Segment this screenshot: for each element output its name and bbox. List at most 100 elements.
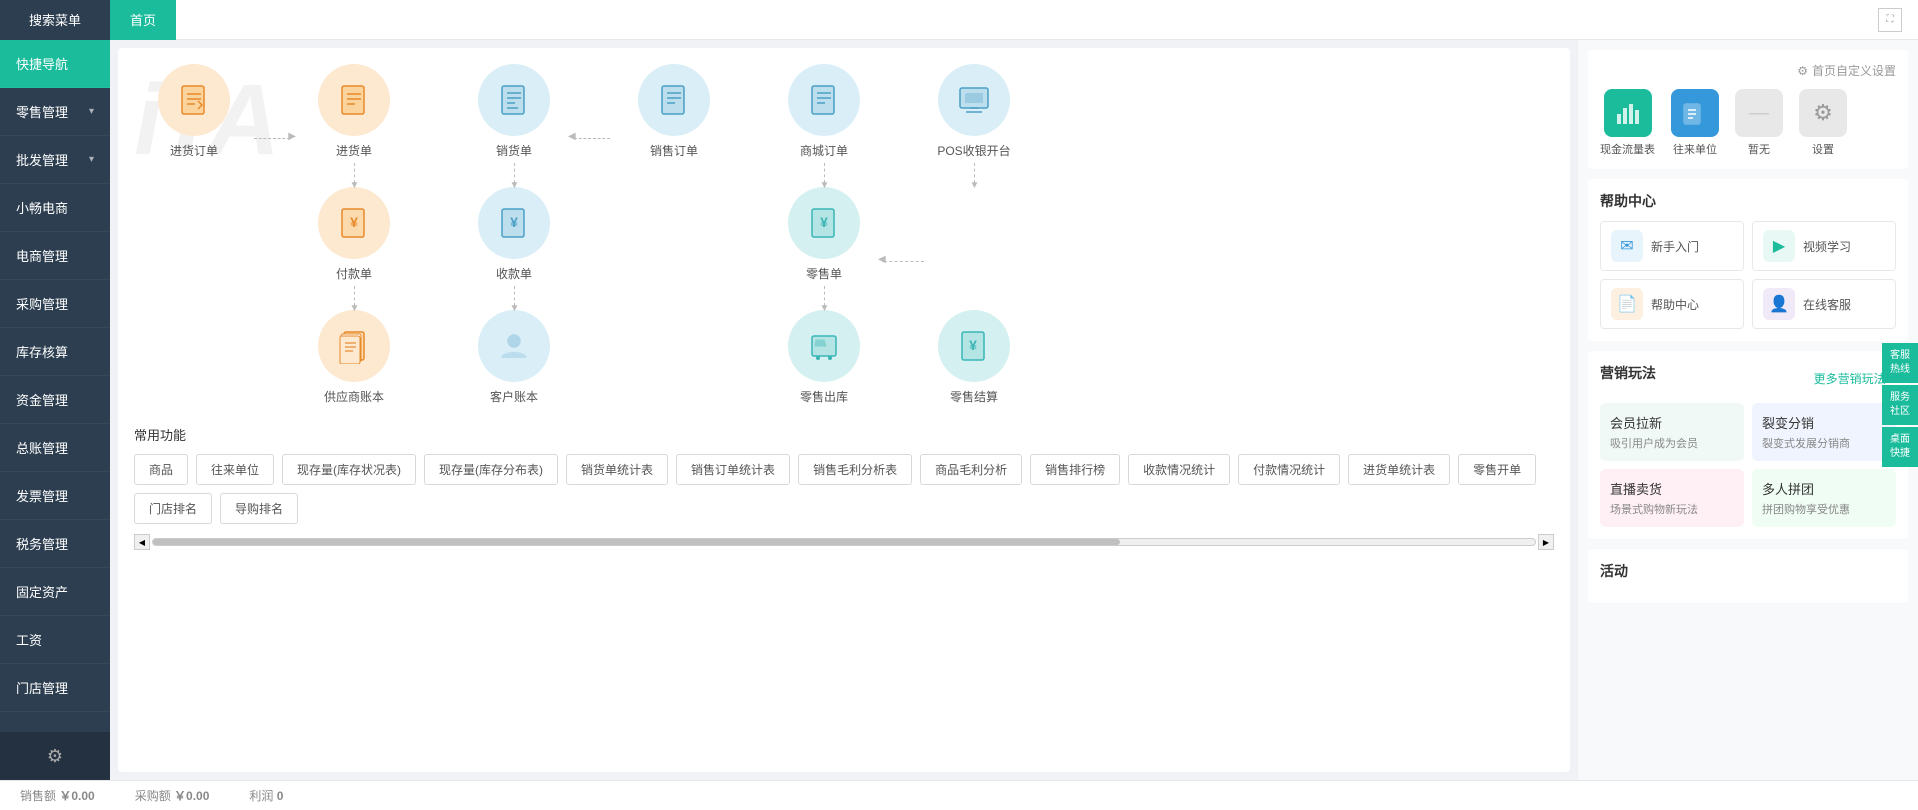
tab-home[interactable]: 首页 bbox=[110, 0, 176, 40]
sidebar-item-label: 资金管理 bbox=[16, 390, 68, 409]
activity-section: 活动 bbox=[1588, 549, 1908, 603]
func-btn-sales-profit[interactable]: 销售毛利分析表 bbox=[798, 454, 912, 485]
settings-icon-box: ⚙ bbox=[1799, 89, 1847, 137]
help-item-video[interactable]: ▶ 视频学习 bbox=[1752, 221, 1896, 271]
sidebar-item-label: 固定资产 bbox=[16, 582, 68, 601]
sidebar-item-label: 税务管理 bbox=[16, 534, 68, 553]
svg-text:¥: ¥ bbox=[350, 214, 358, 230]
sidebar-item-label: 发票管理 bbox=[16, 486, 68, 505]
help-doc-icon: 📄 bbox=[1611, 288, 1643, 320]
quick-icon-cashflow[interactable]: 现金流量表 bbox=[1600, 89, 1655, 157]
flow-node-sales-order[interactable]: 销售订单 bbox=[614, 64, 734, 159]
search-menu-label: 搜索菜单 bbox=[29, 10, 81, 29]
flow-node-mall-order[interactable]: 商城订单 bbox=[764, 64, 884, 159]
help-center-title: 帮助中心 bbox=[1600, 191, 1896, 211]
flow-node-supplier-account[interactable]: 供应商账本 bbox=[294, 310, 414, 405]
func-btn-sales-rank[interactable]: 销售排行榜 bbox=[1030, 454, 1120, 485]
sidebar-item-ecommerce-small[interactable]: 小畅电商 bbox=[0, 184, 110, 232]
float-community[interactable]: 服务社区 bbox=[1882, 385, 1918, 425]
func-btn-store-rank[interactable]: 门店排名 bbox=[134, 493, 212, 524]
flow-node-payment-out[interactable]: ¥ 付款单 bbox=[294, 187, 414, 282]
svg-text:¥: ¥ bbox=[969, 337, 977, 353]
flow-node-payment-in[interactable]: ¥ 收款单 bbox=[454, 187, 574, 282]
flow-node-purchase-receipt[interactable]: 进货单 bbox=[294, 64, 414, 159]
flow-node-retail-out[interactable]: 零售出库 bbox=[764, 310, 884, 405]
float-buttons: 客服热线 服务社区 桌面快捷 bbox=[1882, 343, 1918, 467]
sidebar-item-inventory[interactable]: 库存核算 bbox=[0, 328, 110, 376]
marketing-group[interactable]: 多人拼团 拼团购物享受优惠 bbox=[1752, 469, 1896, 527]
func-btn-purchase-stat[interactable]: 进货单统计表 bbox=[1348, 454, 1450, 485]
sidebar-item-tax[interactable]: 税务管理 bbox=[0, 520, 110, 568]
help-item-help[interactable]: 📄 帮助中心 bbox=[1600, 279, 1744, 329]
chevron-down-icon: ▾ bbox=[89, 154, 94, 165]
fullscreen-button[interactable]: ⛶ bbox=[1878, 8, 1902, 32]
flow-diagram-section: 进货订单 ▶ bbox=[134, 64, 1554, 409]
sidebar-item-ecommerce-mgmt[interactable]: 电商管理 bbox=[0, 232, 110, 280]
func-btn-receipt-stat[interactable]: 收款情况统计 bbox=[1128, 454, 1230, 485]
flow-node-pos[interactable]: POS收银开台 bbox=[914, 64, 1034, 159]
float-desktop[interactable]: 桌面快捷 bbox=[1882, 427, 1918, 467]
sidebar-settings-button[interactable]: ⚙ bbox=[0, 732, 110, 780]
quick-icon-partners[interactable]: 往来单位 bbox=[1671, 89, 1719, 157]
customize-setting-button[interactable]: ⚙ 首页自定义设置 bbox=[1797, 62, 1896, 79]
quick-icon-empty[interactable]: — 暂无 bbox=[1735, 89, 1783, 157]
cashflow-icon-box bbox=[1604, 89, 1652, 137]
func-btn-guide-rank[interactable]: 导购排名 bbox=[220, 493, 298, 524]
help-center-section: 帮助中心 ✉ 新手入门 ▶ 视频学习 📄 帮助中心 👤 bbox=[1588, 179, 1908, 341]
retail-order-icon: ¥ bbox=[788, 187, 860, 259]
sidebar-item-purchase[interactable]: 采购管理 bbox=[0, 280, 110, 328]
marketing-live[interactable]: 直播卖货 场景式购物新玩法 bbox=[1600, 469, 1744, 527]
sidebar-item-label: 小畅电商 bbox=[16, 198, 68, 217]
flow-node-retail-settle[interactable]: ¥ 零售结算 bbox=[914, 310, 1034, 405]
marketing-member[interactable]: 会员拉新 吸引用户成为会员 bbox=[1600, 403, 1744, 461]
main-panel: iTA bbox=[118, 48, 1570, 772]
sidebar-item-quick-nav[interactable]: 快捷导航 bbox=[0, 40, 110, 88]
flow-node-sales-receipt[interactable]: 销货单 bbox=[454, 64, 574, 159]
marketing-section: 营销玩法 更多营销玩法 > 会员拉新 吸引用户成为会员 裂变分销 裂变式发展分销… bbox=[1588, 351, 1908, 539]
empty-icon-box: — bbox=[1735, 89, 1783, 137]
marketing-grid: 会员拉新 吸引用户成为会员 裂变分销 裂变式发展分销商 直播卖货 场景式购物新玩… bbox=[1600, 403, 1896, 527]
tab-home-label: 首页 bbox=[130, 10, 156, 29]
help-grid: ✉ 新手入门 ▶ 视频学习 📄 帮助中心 👤 在线客服 bbox=[1600, 221, 1896, 329]
purchase-order-icon bbox=[158, 64, 230, 136]
sidebar-item-ledger[interactable]: 总账管理 bbox=[0, 424, 110, 472]
sidebar-item-store-mgmt[interactable]: 门店管理 bbox=[0, 664, 110, 712]
right-panel: ⚙ 首页自定义设置 现金 bbox=[1578, 40, 1918, 780]
flow-node-purchase-order[interactable]: 进货订单 bbox=[134, 64, 254, 159]
search-menu-button[interactable]: 搜索菜单 bbox=[0, 0, 110, 40]
func-btn-sales-order-stat[interactable]: 销售订单统计表 bbox=[676, 454, 790, 485]
scroll-right-button[interactable]: ▶ bbox=[1538, 534, 1554, 550]
sidebar-item-payroll[interactable]: 工资 bbox=[0, 616, 110, 664]
sidebar-item-fixed-assets[interactable]: 固定资产 bbox=[0, 568, 110, 616]
sidebar-item-label: 库存核算 bbox=[16, 342, 68, 361]
scroll-thumb bbox=[153, 539, 1120, 545]
scroll-track[interactable] bbox=[152, 538, 1536, 546]
bottom-stats-bar: 销售额 ￥0.00 采购额 ￥0.00 利润 0 bbox=[0, 780, 1918, 810]
func-btn-payment-stat[interactable]: 付款情况统计 bbox=[1238, 454, 1340, 485]
help-item-beginner[interactable]: ✉ 新手入门 bbox=[1600, 221, 1744, 271]
quick-icon-settings[interactable]: ⚙ 设置 bbox=[1799, 89, 1847, 157]
func-btn-goods[interactable]: 商品 bbox=[134, 454, 188, 485]
help-item-service[interactable]: 👤 在线客服 bbox=[1752, 279, 1896, 329]
sidebar-item-label: 总账管理 bbox=[16, 438, 68, 457]
sidebar: 快捷导航 零售管理 ▾ 批发管理 ▾ 小畅电商 电商管理 采购管理 库存核算 资… bbox=[0, 40, 110, 780]
func-btn-partners[interactable]: 往来单位 bbox=[196, 454, 274, 485]
func-btn-stock-dist[interactable]: 现存量(库存分布表) bbox=[424, 454, 558, 485]
func-btn-stock-status[interactable]: 现存量(库存状况表) bbox=[282, 454, 416, 485]
func-btn-goods-profit[interactable]: 商品毛利分析 bbox=[920, 454, 1022, 485]
partners-icon-box bbox=[1671, 89, 1719, 137]
common-functions-section: 常用功能 商品 往来单位 现存量(库存状况表) 现存量(库存分布表) 销货单统计… bbox=[134, 425, 1554, 524]
marketing-fission[interactable]: 裂变分销 裂变式发展分销商 bbox=[1752, 403, 1896, 461]
sidebar-item-label: 批发管理 bbox=[16, 150, 68, 169]
sidebar-item-finance[interactable]: 资金管理 bbox=[0, 376, 110, 424]
pos-icon bbox=[938, 64, 1010, 136]
sidebar-item-invoice[interactable]: 发票管理 bbox=[0, 472, 110, 520]
flow-node-retail-order[interactable]: ¥ 零售单 bbox=[764, 187, 884, 282]
float-customer-service[interactable]: 客服热线 bbox=[1882, 343, 1918, 383]
func-btn-sales-stat[interactable]: 销货单统计表 bbox=[566, 454, 668, 485]
scroll-left-button[interactable]: ◀ bbox=[134, 534, 150, 550]
sidebar-item-wholesale[interactable]: 批发管理 ▾ bbox=[0, 136, 110, 184]
sidebar-item-retail[interactable]: 零售管理 ▾ bbox=[0, 88, 110, 136]
func-btn-retail-order[interactable]: 零售开单 bbox=[1458, 454, 1536, 485]
flow-node-customer-account[interactable]: 客户账本 bbox=[454, 310, 574, 405]
